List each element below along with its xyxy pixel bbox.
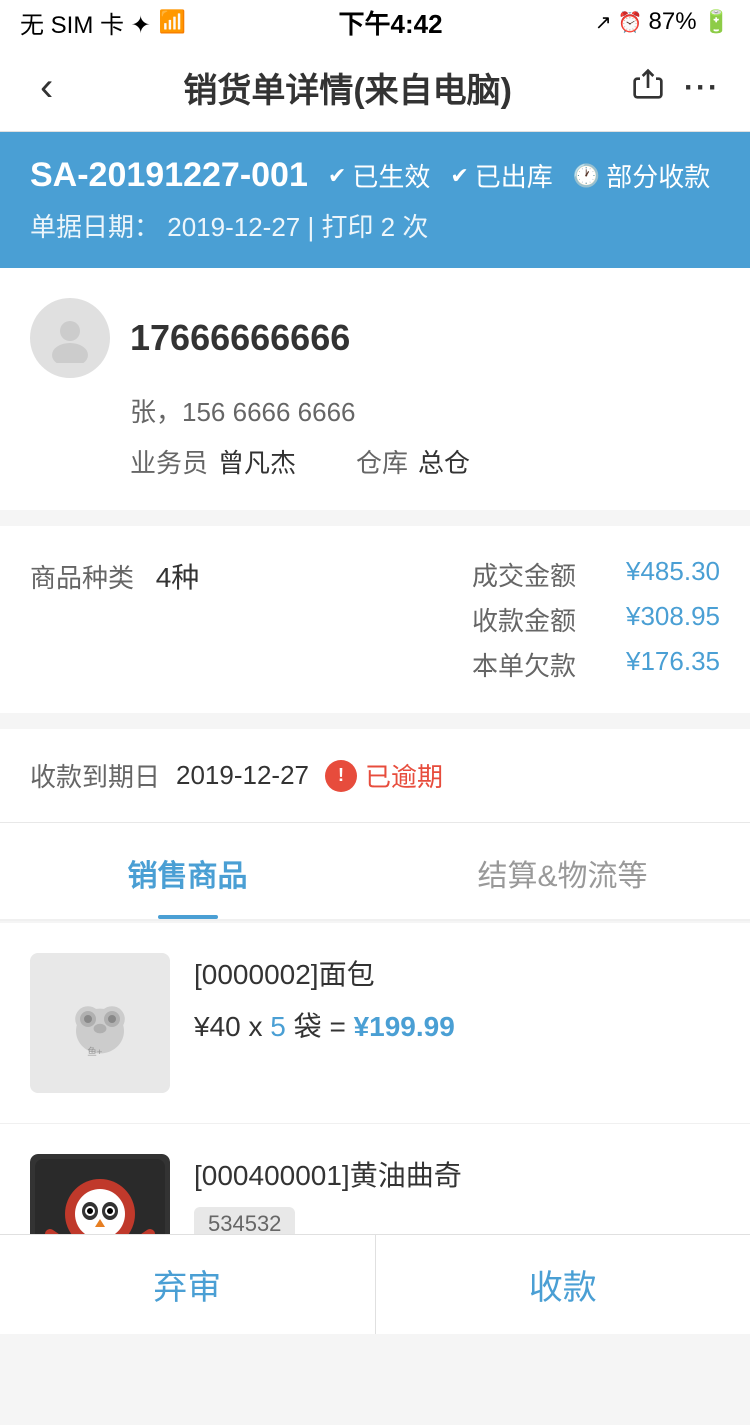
overdue-badge: ! 已逾期 — [325, 757, 443, 794]
overdue-label: 已逾期 — [365, 757, 443, 794]
product-item: 鱼+ [0000002]面包 ¥40 x 5 袋 = ¥199.99 — [0, 923, 750, 1124]
tabs-section: 销售商品 结算&物流等 — [0, 823, 750, 921]
customer-row: 17666666666 — [30, 298, 720, 378]
status-partial: 🕐 部分收款 — [573, 157, 710, 194]
check-icon-1: ✔ — [328, 163, 346, 189]
wifi-icon: 📶 — [159, 9, 186, 35]
back-icon: ‹ — [40, 65, 53, 109]
due-label: 收款到期日 — [30, 757, 160, 794]
status-left: 无 SIM 卡 ✦ 📶 — [20, 5, 186, 40]
svg-text:鱼+: 鱼+ — [87, 1046, 103, 1058]
product-info-1: [0000002]面包 ¥40 x 5 袋 = ¥199.99 — [194, 953, 720, 1045]
deal-amount-row: 成交金额 ¥485.30 — [472, 556, 720, 593]
battery-label: 87% — [649, 8, 697, 36]
nav-bar: ‹ 销货单详情(来自电脑) ··· — [0, 44, 750, 132]
status-right: ↗ ⏰ 87% 🔋 — [595, 8, 730, 36]
product-name-2: [000400001]黄油曲奇 — [194, 1154, 720, 1194]
bottom-bar: 弃审 收款 — [0, 1234, 750, 1334]
warehouse: 仓库 总仓 — [356, 443, 470, 480]
avatar — [30, 298, 110, 378]
product-types: 商品种类 4种 — [30, 556, 199, 604]
nav-actions: ··· — [632, 68, 720, 108]
amount-stats: 成交金额 ¥485.30 收款金额 ¥308.95 本单欠款 ¥176.35 — [472, 556, 720, 683]
cancel-button[interactable]: 弃审 — [0, 1235, 376, 1334]
customer-meta: 业务员 曾凡杰 仓库 总仓 — [30, 443, 720, 480]
tab-settlement[interactable]: 结算&物流等 — [375, 823, 750, 919]
due-date: 2019-12-27 — [176, 760, 309, 791]
alarm-icon: ⏰ — [618, 10, 643, 35]
due-section: 收款到期日 2019-12-27 ! 已逾期 — [0, 729, 750, 823]
product-name-1: [0000002]面包 — [194, 953, 720, 993]
more-icon[interactable]: ··· — [684, 71, 720, 105]
product-price-1: ¥40 x 5 袋 = ¥199.99 — [194, 1005, 720, 1045]
product-image-1: 鱼+ — [30, 953, 170, 1093]
sim-label: 无 SIM 卡 ✦ — [20, 5, 151, 40]
status-bar: 无 SIM 卡 ✦ 📶 下午4:42 ↗ ⏰ 87% 🔋 — [0, 0, 750, 44]
order-id: SA-20191227-001 — [30, 156, 308, 195]
stats-section: 商品种类 4种 成交金额 ¥485.30 收款金额 ¥308.95 本单欠款 ¥… — [0, 526, 750, 713]
status-effected: ✔ 已生效 — [328, 157, 430, 194]
battery-icon: 🔋 — [703, 9, 730, 35]
clock-icon: 🕐 — [573, 163, 600, 189]
customer-phone: 17666666666 — [130, 317, 350, 359]
page-title: 销货单详情(来自电脑) — [63, 63, 632, 112]
sales-person: 业务员 曾凡杰 — [130, 443, 296, 480]
customer-contact: 张，156 6666 6666 — [30, 392, 720, 429]
location-icon: ↗ — [595, 10, 612, 35]
confirm-button[interactable]: 收款 — [376, 1235, 750, 1334]
status-shipped: ✔ 已出库 — [450, 157, 552, 194]
share-icon[interactable] — [632, 68, 664, 108]
back-button[interactable]: ‹ — [30, 55, 63, 120]
debt-amount-row: 本单欠款 ¥176.35 — [472, 646, 720, 683]
customer-section: 17666666666 张，156 6666 6666 业务员 曾凡杰 仓库 总… — [0, 268, 750, 510]
tab-sales-products[interactable]: 销售商品 — [0, 823, 375, 919]
order-header: SA-20191227-001 ✔ 已生效 ✔ 已出库 🕐 部分收款 单据日期：… — [0, 132, 750, 268]
receipt-amount-row: 收款金额 ¥308.95 — [472, 601, 720, 638]
order-date-info: 单据日期： 2019-12-27 | 打印 2 次 — [30, 207, 720, 244]
overdue-icon: ! — [325, 760, 357, 792]
check-icon-2: ✔ — [450, 163, 468, 189]
status-time: 下午4:42 — [339, 4, 443, 41]
